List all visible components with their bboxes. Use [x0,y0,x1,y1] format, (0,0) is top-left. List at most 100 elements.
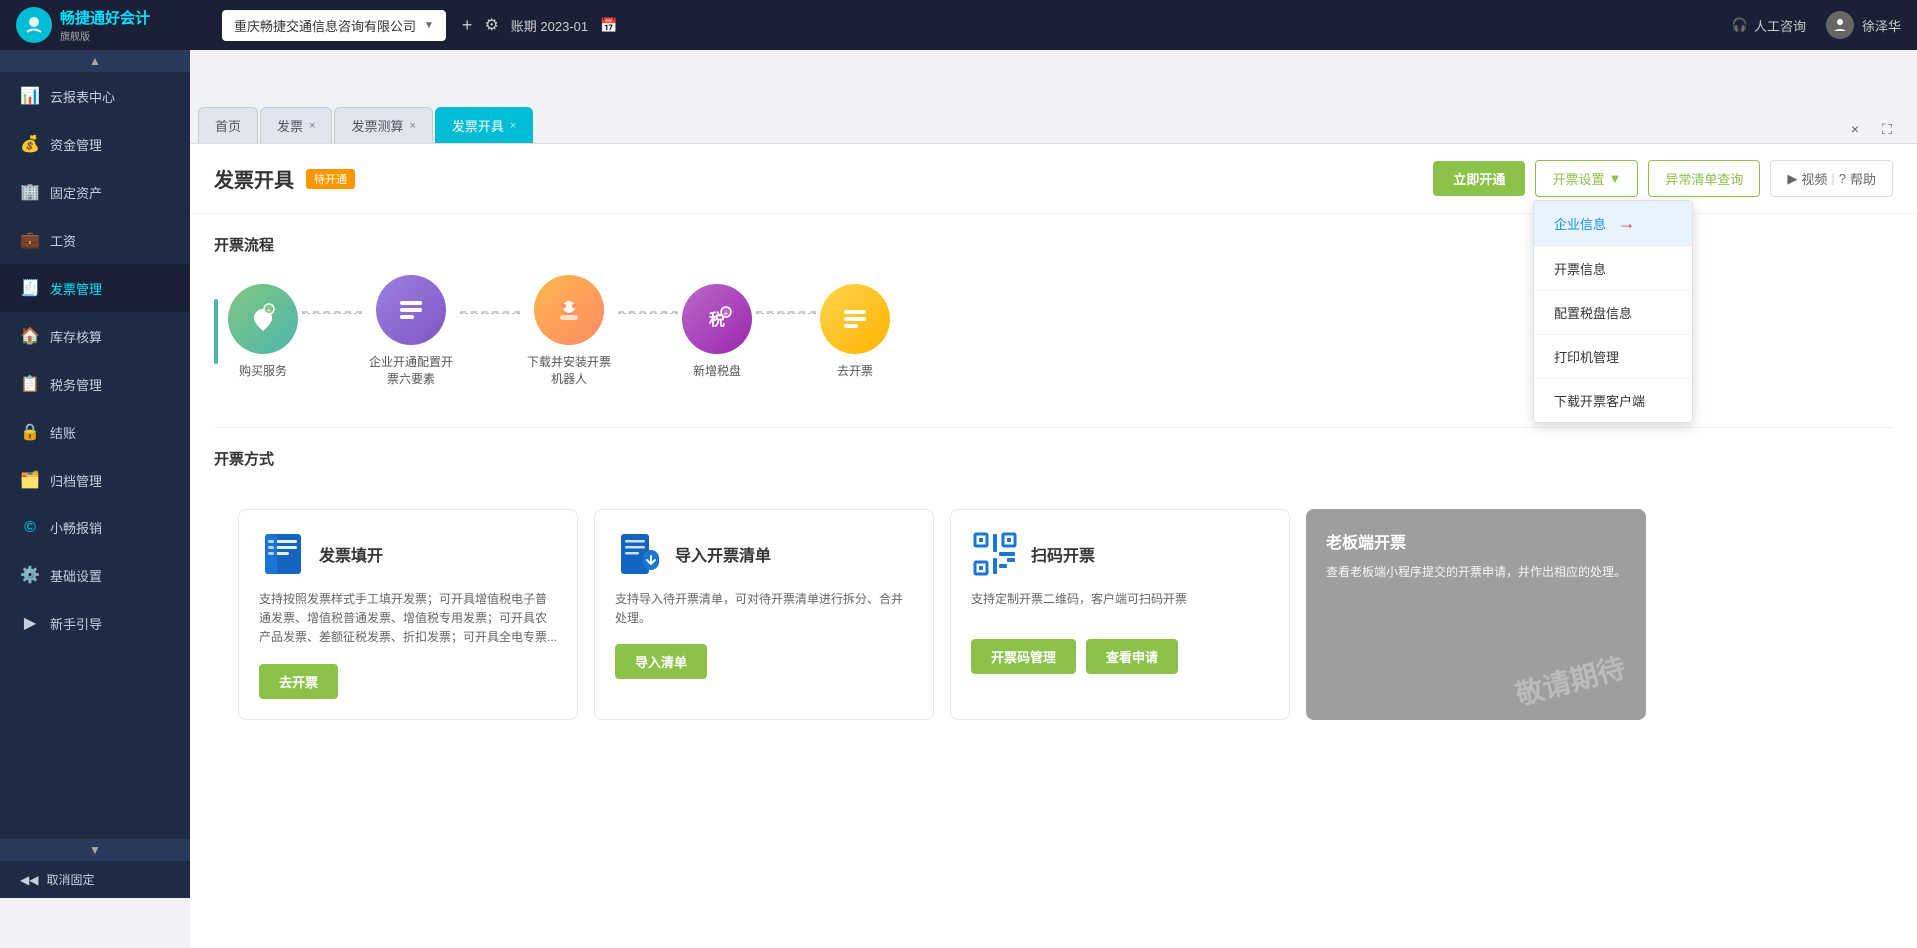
sidebar-label-inventory: 库存核算 [50,327,102,346]
pin-icon: ◀◀ [20,873,38,887]
sidebar-label-fixed-assets: 固定资产 [50,183,102,202]
method-section: 开票方式 [190,428,1917,760]
user-name: 徐泽华 [1862,16,1901,35]
method-card-scan-header: 扫码开票 [971,530,1269,578]
play-icon: ▶ [1787,171,1797,187]
qr-manage-button[interactable]: 开票码管理 [971,639,1076,674]
abnormal-list-button[interactable]: 异常清单查询 [1648,160,1760,197]
calendar-icon[interactable]: 📅 [600,17,617,34]
settlement-icon: 🔒 [20,422,40,442]
method-cards: 发票填开 支持按照发票样式手工填开发票；可开具增值税电子普通发票、增值税普通发票… [214,489,1893,740]
sidebar-label-cloud-report: 云报表中心 [50,87,115,106]
dropdown-item-tax-config[interactable]: 配置税盘信息 [1534,291,1692,335]
sidebar-label-settlement: 结账 [50,423,76,442]
support-button[interactable]: 🎧 人工咨询 [1732,16,1806,35]
method-card-fill: 发票填开 支持按照发票样式手工填开发票；可开具增值税电子普通发票、增值税普通发票… [238,509,578,720]
user-area[interactable]: 徐泽华 [1826,11,1901,39]
fixed-assets-icon: 🏢 [20,182,40,202]
sidebar-scroll: 📊 云报表中心 💰 资金管理 🏢 固定资产 💼 工资 🧾 发票管理 🏠 库存核算… [0,72,190,839]
company-selector[interactable]: 重庆畅捷交通信息咨询有限公司 ▼ [222,10,446,41]
method-card-boss: 老板端开票 查看老板端小程序提交的开票申请，并作出相应的处理。 敬请期待 [1306,509,1646,720]
tab-invoice-test-close[interactable]: × [409,120,415,132]
cloud-report-icon: 📊 [20,86,40,106]
sidebar-label-payroll: 工资 [50,231,76,250]
tab-invoice-open[interactable]: 发票开具 × [435,107,533,143]
fill-invoice-button[interactable]: 去开票 [259,664,338,699]
tab-home[interactable]: 首页 [198,107,258,143]
sidebar-item-settlement[interactable]: 🔒 结账 [0,408,190,456]
dropdown-item-invoice-info[interactable]: 开票信息 [1534,247,1692,291]
sidebar-label-fund: 资金管理 [50,135,102,154]
step-2-icon [376,275,446,345]
guide-icon: ▶ [20,613,40,633]
question-icon: ? [1839,171,1846,186]
step-4: 税 + 新增税盘 [682,284,752,379]
headset-icon: 🎧 [1732,17,1748,33]
coming-soon-text: 敬请期待 [1511,646,1630,714]
sidebar-item-archive[interactable]: 🗂️ 归档管理 [0,456,190,504]
main-content: 首页 发票 × 发票测算 × 发票开具 × × ⛶ 发票开具 待开通 立即开通 [190,100,1917,948]
page-header: 发票开具 待开通 立即开通 开票设置 ▼ 异常清单查询 ▶ 视频 | ? 帮助 [190,144,1917,214]
sidebar-item-inventory[interactable]: 🏠 库存核算 [0,312,190,360]
window-controls: × ⛶ [1841,115,1909,143]
step-connector-1 [302,311,362,314]
settings-dropdown-button[interactable]: 开票设置 ▼ [1535,160,1638,197]
sidebar-cancel-fixed[interactable]: ◀◀ 取消固定 [0,861,190,898]
sidebar-item-settings[interactable]: ⚙️ 基础设置 [0,551,190,599]
close-window-button[interactable]: × [1841,115,1869,143]
app-name: 畅捷通好会计 [60,7,150,28]
tab-invoice-open-close[interactable]: × [510,120,516,132]
sidebar-item-report[interactable]: © 小畅报销 [0,504,190,551]
boss-card-desc: 查看老板端小程序提交的开票申请，并作出相应的处理。 [1326,563,1626,582]
report-icon: © [20,519,40,537]
dropdown-item-printer[interactable]: 打印机管理 [1534,335,1692,379]
tab-invoice-test[interactable]: 发票测算 × [334,107,432,143]
step-connector-4 [756,311,816,314]
top-bar: 畅捷通好会计 旗舰版 重庆畅捷交通信息咨询有限公司 ▼ + ⚙ 账期 2023-… [0,0,1917,50]
settings-icon[interactable]: ⚙ [484,15,498,35]
activate-button[interactable]: 立即开通 [1433,161,1525,196]
settings-dropdown-menu: 企业信息 → 开票信息 配置税盘信息 打印机管理 下载开票客户端 [1533,200,1693,423]
sidebar-item-invoice[interactable]: 🧾 发票管理 [0,264,190,312]
sidebar-item-fund[interactable]: 💰 资金管理 [0,120,190,168]
maximize-window-button[interactable]: ⛶ [1873,115,1901,143]
video-button[interactable]: ▶ 视频 | ? 帮助 [1770,160,1893,197]
sidebar-item-guide[interactable]: ▶ 新手引导 [0,599,190,647]
boss-card-title: 老板端开票 [1326,529,1626,553]
svg-text:+: + [724,309,729,318]
step-5-icon [820,284,890,354]
view-apply-button[interactable]: 查看申请 [1086,639,1178,674]
method-import-desc: 支持导入待开票清单，可对待开票清单进行拆分、合并处理。 [615,590,913,628]
header-actions: 立即开通 开票设置 ▼ 异常清单查询 ▶ 视频 | ? 帮助 企业信息 [1433,160,1893,197]
sidebar-item-tax[interactable]: 📋 税务管理 [0,360,190,408]
archive-icon: 🗂️ [20,470,40,490]
add-tab-button[interactable]: + [462,15,473,36]
method-card-scan: 扫码开票 支持定制开票二维码，客户端可扫码开票 开票码管理 查看申请 [950,509,1290,720]
top-right: 🎧 人工咨询 徐泽华 [1732,11,1901,39]
tab-invoice[interactable]: 发票 × [260,107,332,143]
sidebar-item-fixed-assets[interactable]: 🏢 固定资产 [0,168,190,216]
red-arrow-icon: → [1618,213,1636,234]
dropdown-item-company-info[interactable]: 企业信息 → [1534,201,1692,247]
method-card-import: 导入开票清单 支持导入待开票清单，可对待开票清单进行拆分、合并处理。 导入清单 [594,509,934,720]
sidebar-item-payroll[interactable]: 💼 工资 [0,216,190,264]
sidebar-scroll-up[interactable]: ▲ [0,50,190,72]
company-name: 重庆畅捷交通信息咨询有限公司 [234,16,416,35]
method-import-title: 导入开票清单 [675,542,771,566]
step-2-label: 企业开通配置开票六要素 [366,353,456,387]
step-1-icon: + [228,284,298,354]
step-4-icon: 税 + [682,284,752,354]
step-3: 下载并安装开票机器人 [524,275,614,387]
tab-invoice-close[interactable]: × [309,120,315,132]
sidebar-label-invoice: 发票管理 [50,279,102,298]
import-list-button[interactable]: 导入清单 [615,644,707,679]
sidebar-item-cloud-report[interactable]: 📊 云报表中心 [0,72,190,120]
sidebar-scroll-down[interactable]: ▼ [0,839,190,861]
step-5: 去开票 [820,284,890,379]
top-actions: + ⚙ 账期 2023-01 📅 [462,15,618,36]
dropdown-item-download-client[interactable]: 下载开票客户端 [1534,379,1692,422]
logo-icon [16,7,52,43]
step-2: 企业开通配置开票六要素 [366,275,456,387]
step-4-label: 新增税盘 [693,362,741,379]
method-section-title: 开票方式 [214,448,1893,469]
